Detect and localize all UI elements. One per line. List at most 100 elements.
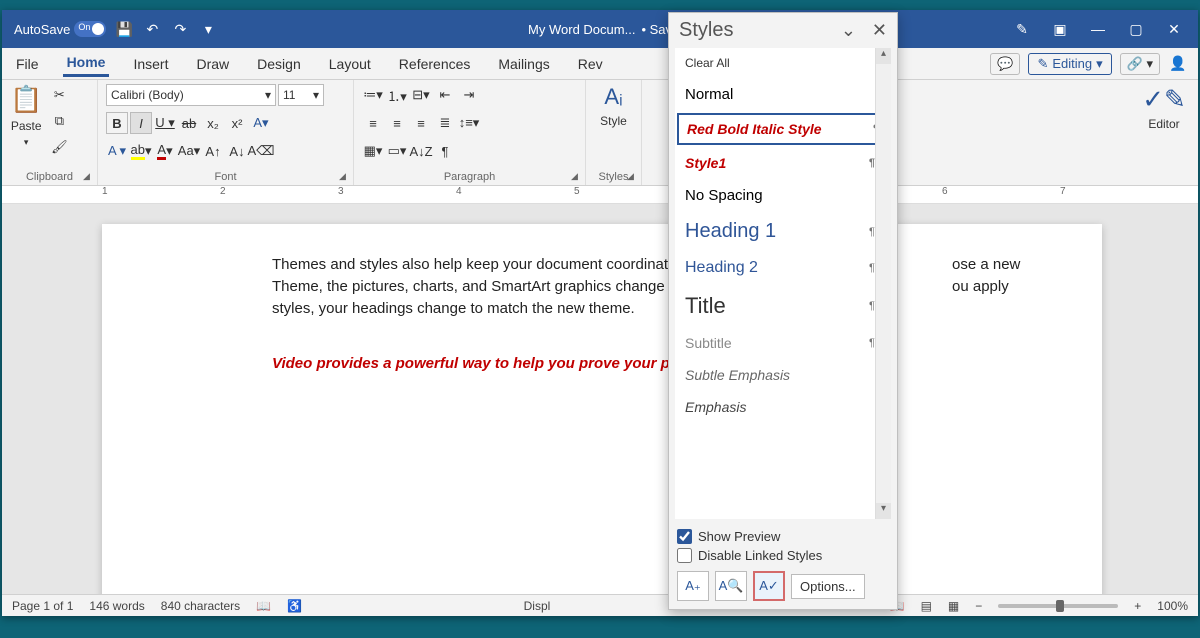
grow-font-button[interactable]: A↑ bbox=[202, 140, 224, 162]
tab-home[interactable]: Home bbox=[63, 50, 110, 77]
zoom-in-icon[interactable]: + bbox=[1134, 599, 1141, 613]
autosave-switch-icon[interactable]: On bbox=[74, 21, 106, 37]
increase-indent-button[interactable]: ⇥ bbox=[458, 84, 480, 106]
maximize-icon[interactable]: ▢ bbox=[1126, 19, 1146, 39]
font-family-select[interactable]: Calibri (Body)▾ bbox=[106, 84, 276, 106]
disable-linked-checkbox[interactable]: Disable Linked Styles bbox=[677, 546, 889, 565]
decrease-indent-button[interactable]: ⇤ bbox=[434, 84, 456, 106]
numbering-button[interactable]: ⒈▾ bbox=[386, 84, 408, 106]
editor-icon[interactable]: ✓✎ bbox=[1142, 84, 1186, 115]
styles-launcher-icon[interactable]: ◢ bbox=[627, 171, 639, 183]
horizontal-ruler[interactable]: 1 2 3 4 5 6 7 bbox=[2, 186, 1198, 204]
show-preview-checkbox[interactable]: Show Preview bbox=[677, 527, 889, 546]
undo-icon[interactable]: ↶ bbox=[142, 19, 162, 39]
italic-button[interactable]: I bbox=[130, 112, 152, 134]
styles-scrollbar[interactable]: ▴ ▾ bbox=[875, 48, 891, 519]
shrink-font-button[interactable]: A↓ bbox=[226, 140, 248, 162]
style-red-bold-italic[interactable]: Red Bold Italic Style¶ bbox=[677, 113, 889, 145]
spellcheck-icon[interactable]: 📖 bbox=[256, 599, 271, 613]
font-launcher-icon[interactable]: ◢ bbox=[339, 171, 351, 183]
style-emphasis[interactable]: Emphasisa bbox=[675, 391, 891, 423]
style-style1[interactable]: Style1¶a bbox=[675, 147, 891, 179]
align-right-button[interactable]: ≡ bbox=[410, 112, 432, 134]
align-center-button[interactable]: ≡ bbox=[386, 112, 408, 134]
account-icon[interactable]: 👤 bbox=[1168, 54, 1188, 74]
multilevel-list-button[interactable]: ⊟▾ bbox=[410, 84, 432, 106]
clear-formatting-button[interactable]: A⌫ bbox=[250, 140, 272, 162]
status-chars[interactable]: 840 characters bbox=[161, 599, 240, 613]
bullets-button[interactable]: ≔▾ bbox=[362, 84, 384, 106]
text-effects-button[interactable]: A▾ bbox=[250, 112, 272, 134]
pane-collapse-icon[interactable]: ⌄ bbox=[841, 20, 856, 41]
draw-mode-icon[interactable]: ✎ bbox=[1012, 19, 1032, 39]
comments-button[interactable]: 💬 bbox=[990, 53, 1020, 75]
manage-styles-button[interactable]: A✓ bbox=[753, 571, 785, 601]
zoom-out-icon[interactable]: − bbox=[975, 599, 982, 613]
tab-review[interactable]: Rev bbox=[574, 52, 607, 76]
scroll-down-icon[interactable]: ▾ bbox=[876, 503, 891, 519]
format-painter-icon[interactable]: 🖌 bbox=[48, 136, 70, 158]
borders-button[interactable]: ▭▾ bbox=[386, 140, 408, 162]
font-size-select[interactable]: 11▾ bbox=[278, 84, 324, 106]
cut-icon[interactable]: ✂ bbox=[48, 84, 70, 106]
font-color-button[interactable]: A▾ bbox=[154, 140, 176, 162]
scroll-up-icon[interactable]: ▴ bbox=[876, 48, 891, 64]
ribbon-display-icon[interactable]: ▣ bbox=[1050, 19, 1070, 39]
tab-file[interactable]: File bbox=[12, 52, 43, 76]
underline-button[interactable]: U ▾ bbox=[154, 112, 176, 134]
status-words[interactable]: 146 words bbox=[89, 599, 144, 613]
bold-button[interactable]: B bbox=[106, 112, 128, 134]
text-outline-button[interactable]: A ▾ bbox=[106, 140, 128, 162]
superscript-button[interactable]: x² bbox=[226, 112, 248, 134]
style-no-spacing[interactable]: No Spacing¶ bbox=[675, 179, 891, 212]
clipboard-launcher-icon[interactable]: ◢ bbox=[83, 171, 95, 183]
close-icon[interactable]: ✕ bbox=[1164, 19, 1184, 39]
subscript-button[interactable]: x₂ bbox=[202, 112, 224, 134]
zoom-slider[interactable] bbox=[998, 604, 1118, 608]
style-heading-1[interactable]: Heading 1¶a bbox=[675, 212, 891, 251]
style-title[interactable]: Title¶a bbox=[675, 285, 891, 327]
copy-icon[interactable]: ⧉ bbox=[48, 110, 70, 132]
pane-close-icon[interactable]: ✕ bbox=[872, 20, 887, 41]
style-inspector-button[interactable]: A🔍 bbox=[715, 571, 747, 601]
justify-button[interactable]: ≣ bbox=[434, 112, 456, 134]
tab-draw[interactable]: Draw bbox=[192, 52, 233, 76]
tab-insert[interactable]: Insert bbox=[129, 52, 172, 76]
styles-options-button[interactable]: Options... bbox=[791, 574, 865, 599]
sort-button[interactable]: A↓Z bbox=[410, 140, 432, 162]
style-subtitle[interactable]: Subtitle¶a bbox=[675, 327, 891, 359]
style-normal[interactable]: Normal¶ bbox=[675, 78, 891, 111]
tab-mailings[interactable]: Mailings bbox=[494, 52, 553, 76]
redo-icon[interactable]: ↷ bbox=[170, 19, 190, 39]
editing-mode-button[interactable]: ✎ Editing ▾ bbox=[1028, 53, 1111, 75]
paste-icon[interactable]: 📋 bbox=[10, 84, 42, 115]
share-button[interactable]: 🔗 ▾ bbox=[1120, 53, 1160, 75]
new-style-button[interactable]: A₊ bbox=[677, 571, 709, 601]
accessibility-icon[interactable]: ♿ bbox=[287, 599, 302, 613]
qat-dropdown-icon[interactable]: ▾ bbox=[198, 19, 218, 39]
autosave-toggle[interactable]: AutoSave On bbox=[14, 21, 106, 37]
save-icon[interactable]: 💾 bbox=[114, 19, 134, 39]
line-spacing-button[interactable]: ↕≡▾ bbox=[458, 112, 480, 134]
tab-layout[interactable]: Layout bbox=[325, 52, 375, 76]
status-display[interactable]: Displ bbox=[524, 599, 551, 613]
change-case-button[interactable]: Aa▾ bbox=[178, 140, 200, 162]
highlight-button[interactable]: ab▾ bbox=[130, 140, 152, 162]
paragraph-launcher-icon[interactable]: ◢ bbox=[571, 171, 583, 183]
strikethrough-button[interactable]: ab bbox=[178, 112, 200, 134]
align-left-button[interactable]: ≡ bbox=[362, 112, 384, 134]
status-page[interactable]: Page 1 of 1 bbox=[12, 599, 73, 613]
tab-design[interactable]: Design bbox=[253, 52, 305, 76]
shading-button[interactable]: ▦▾ bbox=[362, 140, 384, 162]
tab-references[interactable]: References bbox=[395, 52, 475, 76]
zoom-level[interactable]: 100% bbox=[1157, 599, 1188, 613]
styles-gallery-icon[interactable]: Aᵢ bbox=[604, 84, 622, 110]
web-layout-icon[interactable]: ▦ bbox=[948, 599, 959, 613]
style-clear-all[interactable]: Clear All bbox=[675, 48, 891, 78]
print-layout-icon[interactable]: ▤ bbox=[921, 599, 932, 613]
style-heading-2[interactable]: Heading 2¶a bbox=[675, 251, 891, 285]
style-subtle-emphasis[interactable]: Subtle Emphasisa bbox=[675, 359, 891, 391]
show-marks-button[interactable]: ¶ bbox=[434, 140, 456, 162]
minimize-icon[interactable]: — bbox=[1088, 19, 1108, 39]
paste-dropdown-icon[interactable]: ▾ bbox=[24, 137, 29, 148]
